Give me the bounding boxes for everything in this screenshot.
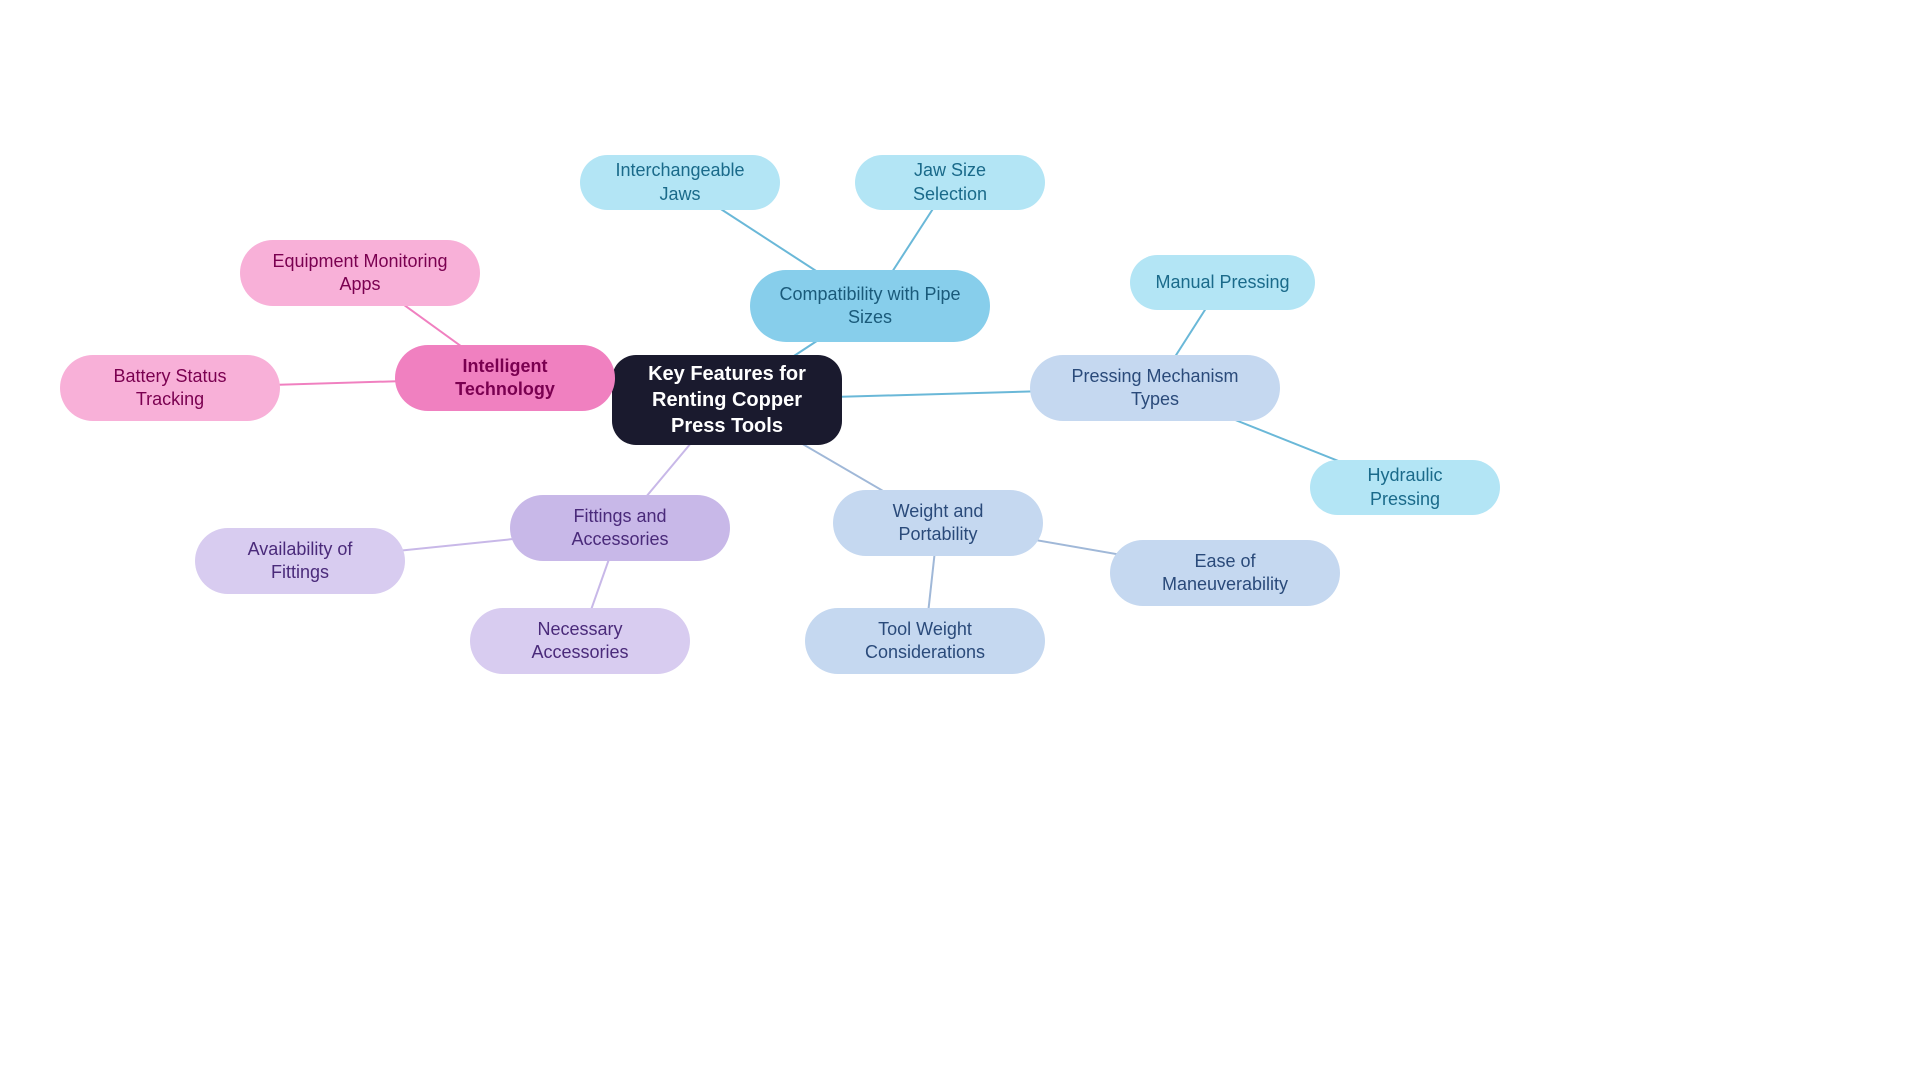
node-necessary-accessories[interactable]: Necessary Accessories: [470, 608, 690, 674]
node-battery-status[interactable]: Battery Status Tracking: [60, 355, 280, 421]
node-availability-fittings[interactable]: Availability of Fittings: [195, 528, 405, 594]
node-pressing-mechanism[interactable]: Pressing Mechanism Types: [1030, 355, 1280, 421]
center-node: Key Features for Renting Copper Press To…: [612, 355, 842, 445]
node-fittings-accessories[interactable]: Fittings and Accessories: [510, 495, 730, 561]
node-compatibility[interactable]: Compatibility with Pipe Sizes: [750, 270, 990, 342]
node-jaw-size-selection[interactable]: Jaw Size Selection: [855, 155, 1045, 210]
node-weight-portability[interactable]: Weight and Portability: [833, 490, 1043, 556]
node-tool-weight[interactable]: Tool Weight Considerations: [805, 608, 1045, 674]
node-equipment-monitoring[interactable]: Equipment Monitoring Apps: [240, 240, 480, 306]
node-intelligent-tech[interactable]: Intelligent Technology: [395, 345, 615, 411]
node-hydraulic-pressing[interactable]: Hydraulic Pressing: [1310, 460, 1500, 515]
node-manual-pressing[interactable]: Manual Pressing: [1130, 255, 1315, 310]
node-interchangeable-jaws[interactable]: Interchangeable Jaws: [580, 155, 780, 210]
node-ease-maneuverability[interactable]: Ease of Maneuverability: [1110, 540, 1340, 606]
